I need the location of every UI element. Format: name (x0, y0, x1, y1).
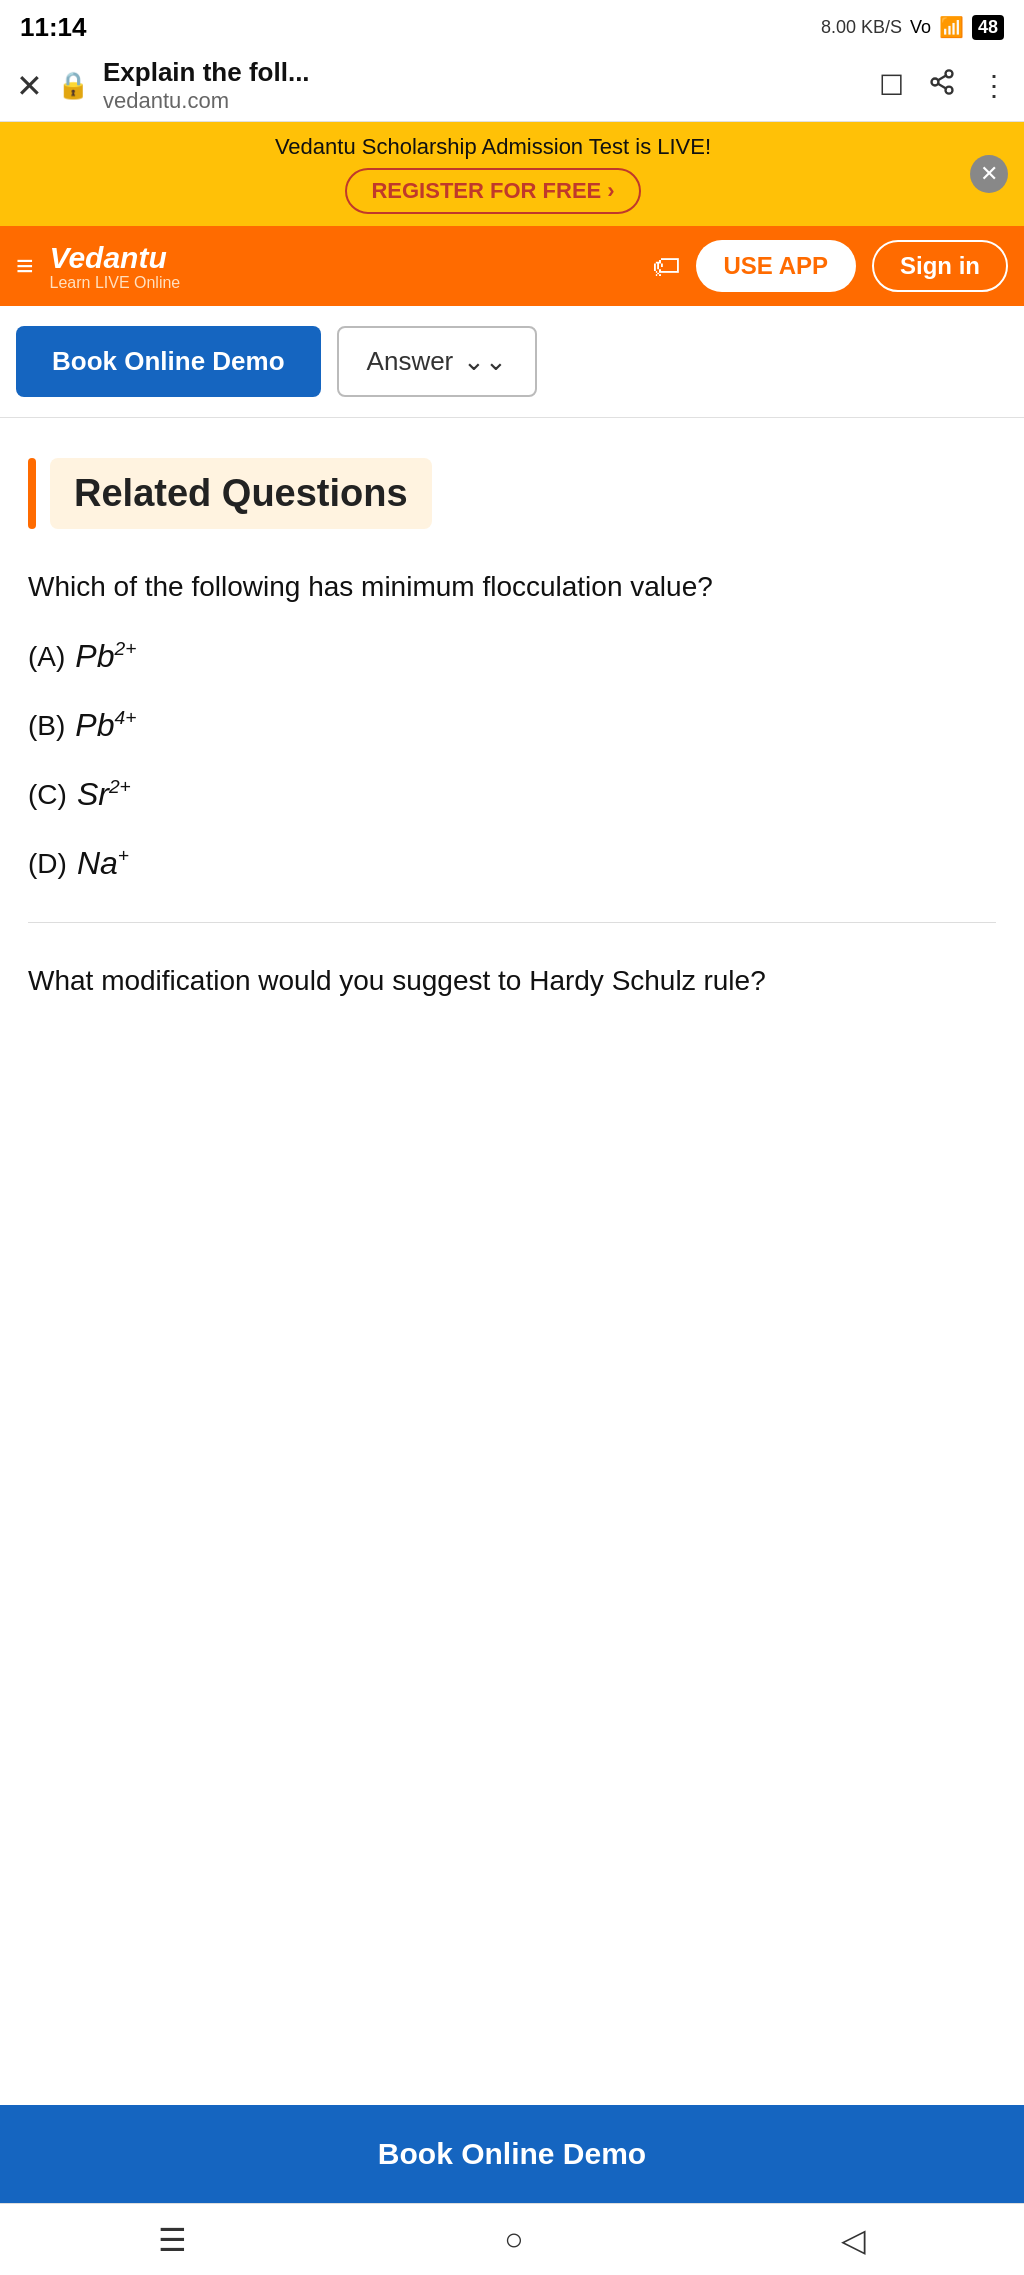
option-d-math: Na+ (77, 845, 129, 882)
svg-line-4 (938, 76, 946, 81)
browser-actions: ☐ ⋮ (879, 68, 1008, 103)
section-divider (28, 922, 996, 923)
scholarship-banner: Vedantu Scholarship Admission Test is LI… (0, 122, 1024, 226)
more-options-icon[interactable]: ⋮ (980, 69, 1008, 102)
share-icon[interactable] (928, 68, 956, 103)
question-1-block: Which of the following has minimum flocc… (28, 565, 996, 882)
answer-label: Answer (367, 346, 454, 377)
question-2-block: What modification would you suggest to H… (28, 959, 996, 1002)
battery-indicator: 48 (972, 15, 1004, 40)
related-questions-bg: Related Questions (50, 458, 432, 529)
scholarship-text: Vedantu Scholarship Admission Test is LI… (16, 134, 970, 160)
register-for-free-button[interactable]: REGISTER FOR FREE › (345, 168, 640, 214)
close-banner-button[interactable]: ✕ (970, 155, 1008, 193)
question-2-text: What modification would you suggest to H… (28, 959, 996, 1002)
related-questions-accent-bar (28, 458, 36, 529)
option-b-math: Pb4+ (75, 707, 136, 744)
use-app-button[interactable]: USE APP (696, 240, 856, 292)
bottom-book-demo-button[interactable]: Book Online Demo (0, 2105, 1024, 2203)
nav-bookmark-icon[interactable]: 🏷 (652, 250, 680, 283)
network-icon: Vo (910, 17, 931, 38)
register-chevron: › (607, 178, 614, 204)
status-icons: 8.00 KB/S Vo 📶 48 (821, 15, 1004, 40)
close-icon[interactable]: ✕ (16, 67, 43, 105)
book-demo-button[interactable]: Book Online Demo (16, 326, 321, 397)
close-banner-icon: ✕ (980, 161, 998, 187)
option-c-label: (C) (28, 779, 67, 811)
register-label: REGISTER FOR FREE (371, 178, 601, 204)
lock-icon: 🔒 (57, 70, 89, 101)
browser-bar: ✕ 🔒 Explain the foll... vedantu.com ☐ ⋮ (0, 50, 1024, 122)
related-questions-header: Related Questions (28, 458, 996, 529)
hamburger-icon[interactable]: ≡ (16, 249, 34, 283)
browser-title-area: Explain the foll... vedantu.com (103, 57, 865, 114)
option-b-row: (B) Pb4+ (28, 707, 996, 744)
option-c-math: Sr2+ (77, 776, 131, 813)
answer-chevron: ⌄⌄ (463, 346, 507, 377)
action-row: Book Online Demo Answer ⌄⌄ (0, 306, 1024, 418)
status-bar: 11:14 8.00 KB/S Vo 📶 48 (0, 0, 1024, 50)
bottom-nav-home-icon[interactable]: ○ (504, 2221, 523, 2258)
bottom-nav-menu-icon[interactable]: ☰ (158, 2221, 187, 2259)
vedantu-tagline: Learn LIVE Online (50, 274, 636, 292)
vedantu-logo: Vedantu (50, 241, 636, 274)
scholarship-content: Vedantu Scholarship Admission Test is LI… (16, 134, 970, 214)
option-a-math: Pb2+ (75, 638, 136, 675)
question-1-text: Which of the following has minimum flocc… (28, 565, 996, 608)
answer-button[interactable]: Answer ⌄⌄ (337, 326, 538, 397)
signal-icon: 📶 (939, 15, 964, 39)
browser-url: vedantu.com (103, 88, 865, 114)
option-a-row: (A) Pb2+ (28, 638, 996, 675)
option-b-label: (B) (28, 710, 65, 742)
status-time: 11:14 (20, 12, 87, 43)
option-a-label: (A) (28, 641, 65, 673)
related-questions-title: Related Questions (74, 472, 408, 514)
sign-in-button[interactable]: Sign in (872, 240, 1008, 292)
bookmark-icon[interactable]: ☐ (879, 69, 904, 102)
main-content: Related Questions Which of the following… (0, 418, 1024, 1263)
speed-indicator: 8.00 KB/S (821, 17, 902, 38)
svg-line-3 (938, 84, 946, 89)
option-d-row: (D) Na+ (28, 845, 996, 882)
option-c-row: (C) Sr2+ (28, 776, 996, 813)
vedantu-navbar: ≡ Vedantu Learn LIVE Online 🏷 USE APP Si… (0, 226, 1024, 306)
option-d-label: (D) (28, 848, 67, 880)
vedantu-logo-area: Vedantu Learn LIVE Online (50, 241, 636, 292)
bottom-nav: ☰ ○ ◁ (0, 2203, 1024, 2275)
bottom-nav-back-icon[interactable]: ◁ (841, 2221, 866, 2259)
browser-page-title: Explain the foll... (103, 57, 865, 88)
